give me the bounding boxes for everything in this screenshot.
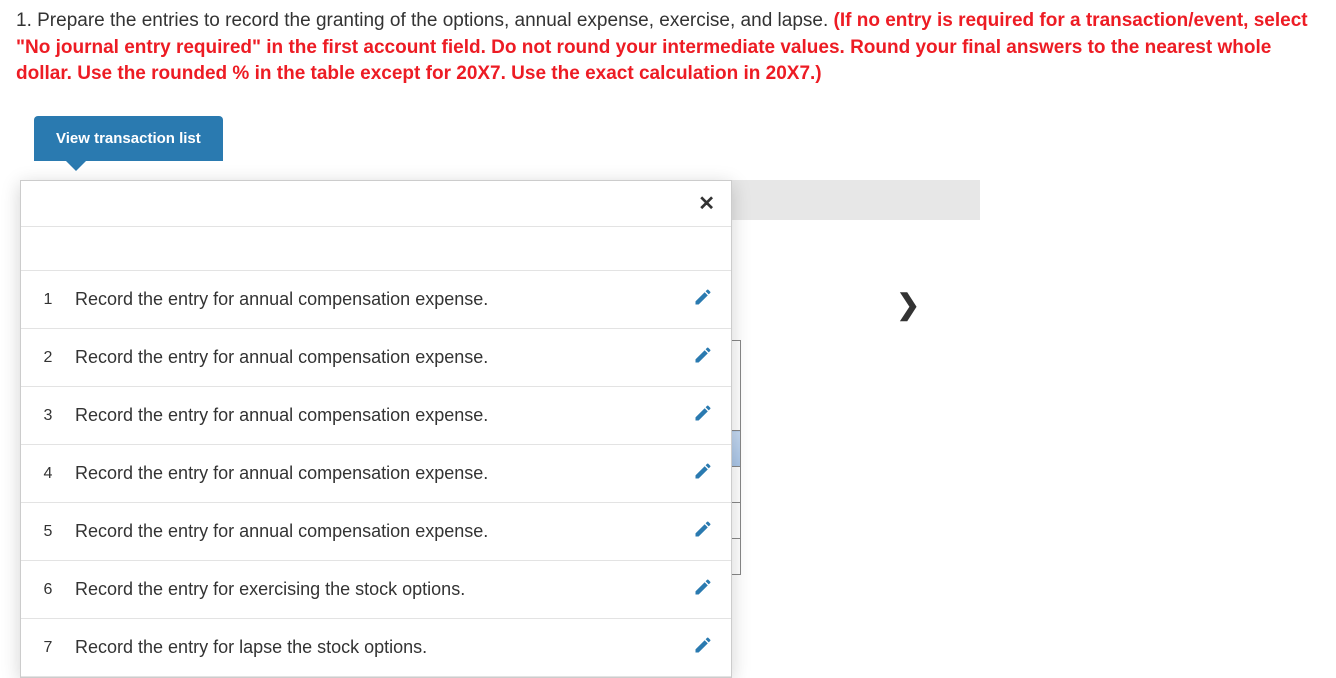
transaction-row-3[interactable]: 3 Record the entry for annual compensati…: [21, 387, 731, 445]
transaction-row-5[interactable]: 5 Record the entry for annual compensati…: [21, 503, 731, 561]
chevron-right-icon: ❯: [897, 289, 920, 320]
view-transaction-list-button[interactable]: View transaction list: [34, 116, 223, 161]
transaction-label: Record the entry for annual compensation…: [75, 521, 675, 542]
transaction-row-1[interactable]: 1 Record the entry for annual compensati…: [21, 271, 731, 329]
transaction-row-2[interactable]: 2 Record the entry for annual compensati…: [21, 329, 731, 387]
pencil-icon[interactable]: [675, 345, 731, 370]
transaction-number: 7: [21, 639, 75, 657]
transaction-row-4[interactable]: 4 Record the entry for annual compensati…: [21, 445, 731, 503]
transaction-number: 5: [21, 523, 75, 541]
pencil-icon[interactable]: [675, 287, 731, 312]
question-text: 1. Prepare the entries to record the gra…: [16, 8, 1320, 88]
transaction-label: Record the entry for annual compensation…: [75, 347, 675, 368]
pencil-icon[interactable]: [675, 519, 731, 544]
pencil-icon[interactable]: [675, 461, 731, 486]
transaction-row-7[interactable]: 7 Record the entry for lapse the stock o…: [21, 619, 731, 677]
transaction-label: Record the entry for annual compensation…: [75, 405, 675, 426]
modal-spacer: [21, 227, 731, 271]
pencil-icon[interactable]: [675, 403, 731, 428]
view-transaction-list-label: View transaction list: [56, 130, 201, 147]
close-icon[interactable]: ✕: [698, 191, 715, 216]
transaction-label: Record the entry for annual compensation…: [75, 463, 675, 484]
transaction-number: 1: [21, 291, 75, 309]
transaction-number: 2: [21, 349, 75, 367]
modal-header: ✕: [21, 181, 731, 227]
transaction-row-6[interactable]: 6 Record the entry for exercising the st…: [21, 561, 731, 619]
transaction-label: Record the entry for annual compensation…: [75, 289, 675, 310]
transaction-number: 6: [21, 581, 75, 599]
transaction-list-modal: ✕ 1 Record the entry for annual compensa…: [20, 180, 732, 678]
transaction-label: Record the entry for lapse the stock opt…: [75, 637, 675, 658]
next-entry-chevron[interactable]: ❯: [897, 288, 920, 321]
pencil-icon[interactable]: [675, 577, 731, 602]
transaction-number: 4: [21, 465, 75, 483]
transaction-number: 3: [21, 407, 75, 425]
question-lead: 1. Prepare the entries to record the gra…: [16, 10, 834, 31]
pencil-icon[interactable]: [675, 635, 731, 660]
transaction-label: Record the entry for exercising the stoc…: [75, 579, 675, 600]
